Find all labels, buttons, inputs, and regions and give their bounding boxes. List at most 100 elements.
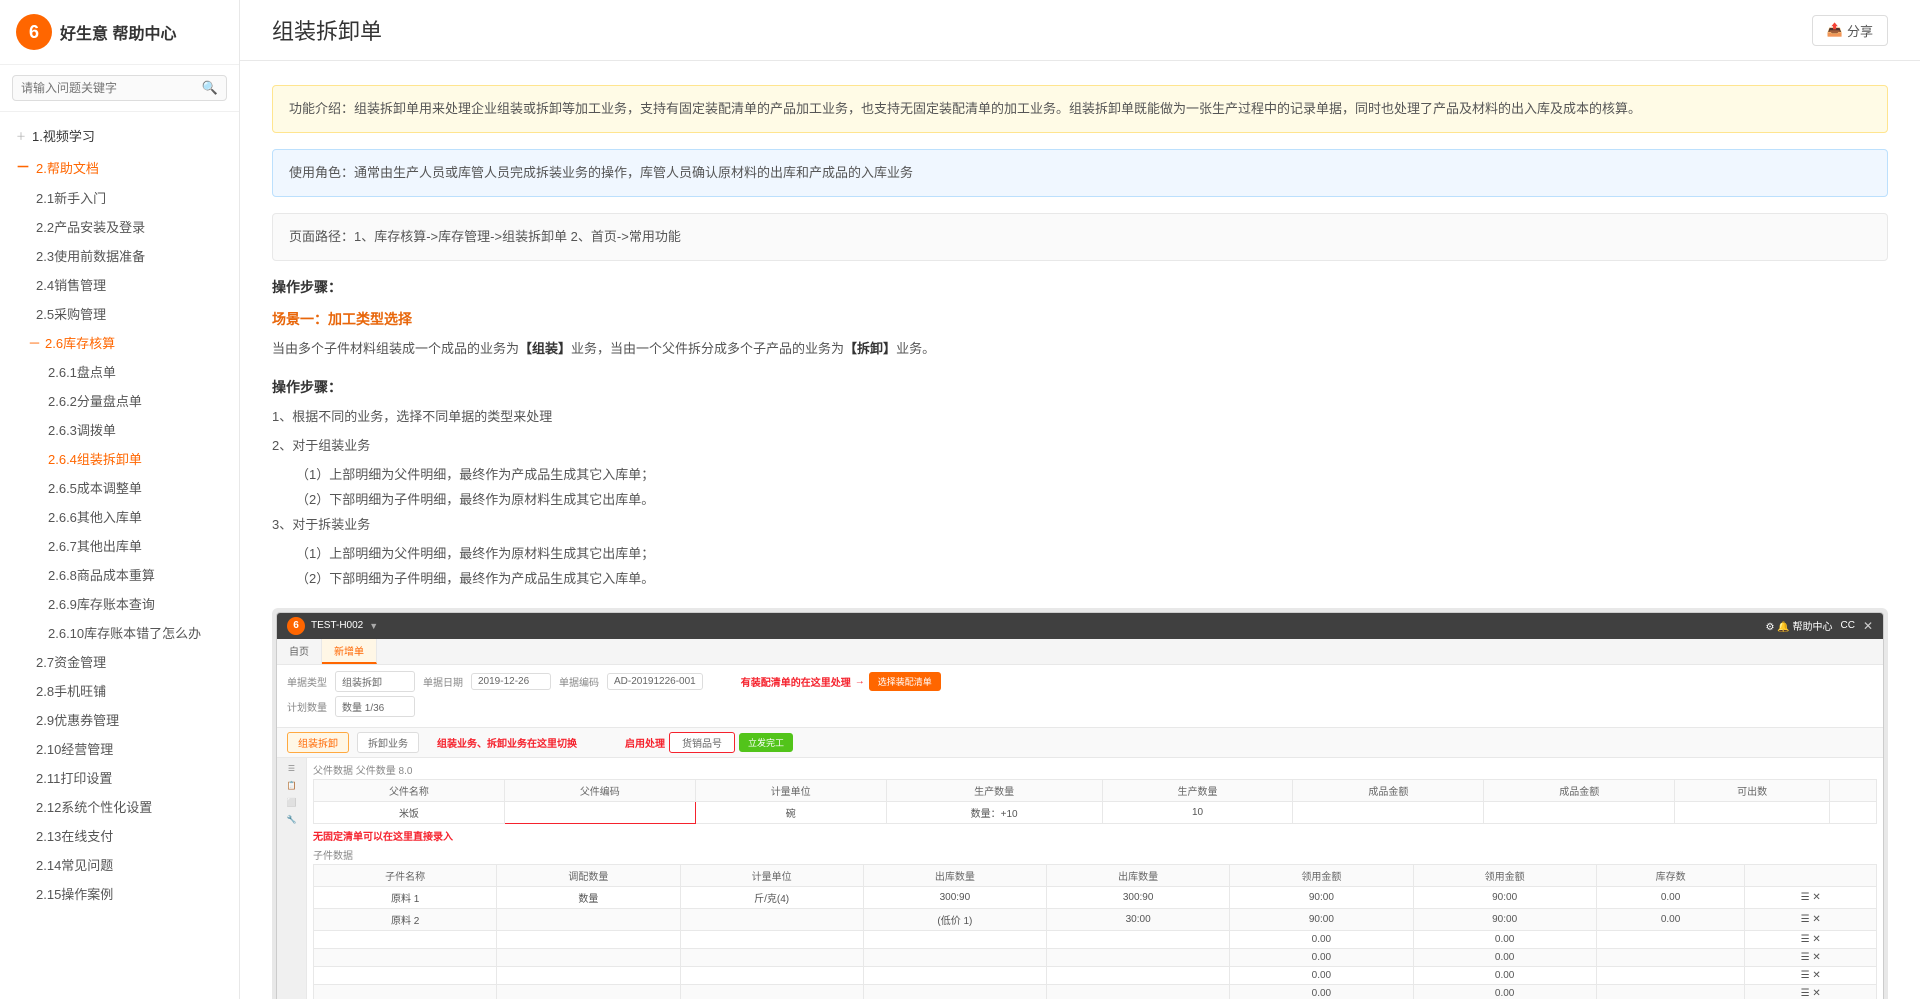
date-label: 单据日期 [423, 674, 463, 689]
btd-op4: ☰ ✕ [1745, 948, 1877, 966]
sidebar-item-install[interactable]: 2.2产品安装及登录 [0, 212, 239, 241]
sidebar-item-finance[interactable]: 2.7资金管理 [0, 647, 239, 676]
sidebar-item-personalize[interactable]: 2.12系统个性化设置 [0, 792, 239, 821]
annotation-process-label: 启用处理 [625, 735, 665, 750]
th-available: 可出数 [1675, 779, 1830, 801]
table-row-bottom-3: 0.00 0.00 ☰ ✕ [314, 930, 1877, 948]
btd-op6: ☰ ✕ [1745, 984, 1877, 999]
bth-out-qty: 出库数量 [863, 864, 1046, 886]
nav-icon-1[interactable]: ☰ [288, 764, 295, 773]
btd-out1b: 300:90 [1047, 886, 1230, 908]
table-row-bottom-1: 原料 1 数量 斤/克(4) 300:90 300:90 90:00 90:00… [314, 886, 1877, 908]
sidebar-item-cost-adjust[interactable]: 2.6.5成本调整单 [0, 473, 239, 502]
sidebar-item-other-in[interactable]: 2.6.6其他入库单 [0, 502, 239, 531]
sidebar-item-sub-stocktake[interactable]: 2.6.2分量盘点单 [0, 386, 239, 415]
sidebar-item-mobile[interactable]: 2.8手机旺铺 [0, 676, 239, 705]
sidebar-item-sales[interactable]: 2.4销售管理 [0, 270, 239, 299]
btd-name1: 原料 1 [314, 886, 497, 908]
btd-name2: 原料 2 [314, 908, 497, 930]
sidebar-item-print[interactable]: 2.11打印设置 [0, 763, 239, 792]
th-produce-qty: 生产数量 [886, 779, 1102, 801]
btd-unit1: 斤/克(4) [680, 886, 863, 908]
td-op [1830, 801, 1877, 823]
btd-amt2b: 90:00 [1413, 908, 1596, 930]
bth-unit: 计量单位 [680, 864, 863, 886]
confirm-btn[interactable]: 立发完工 [739, 733, 793, 752]
search-icon[interactable]: 🔍 [202, 80, 218, 96]
sidebar-item-assembly[interactable]: 2.6.4组装拆卸单 [0, 444, 239, 473]
btd-plan1: 数量 [497, 886, 680, 908]
btd-amt2: 90:00 [1230, 908, 1413, 930]
mock-body: ☰ 📋 ⬜ 🔧 父件数据 父件数量 8.0 父件名称 [277, 758, 1883, 999]
mock-user: CC [1840, 620, 1854, 631]
sidebar-item-data-prep[interactable]: 2.3使用前数据准备 [0, 241, 239, 270]
step2: 2、对于组装业务 [272, 434, 1888, 457]
sidebar-item-other-out[interactable]: 2.6.7其他出库单 [0, 531, 239, 560]
mock-type-tab-assembly[interactable]: 组装拆卸 [287, 732, 349, 753]
type-field[interactable]: 组装拆卸 [335, 671, 415, 692]
date-field[interactable]: 2019-12-26 [471, 673, 551, 690]
qty-field[interactable]: 数量 1/36 [335, 696, 415, 717]
sidebar-item-cost-recalc[interactable]: 2.6.8商品成本重算 [0, 560, 239, 589]
search-area: 🔍 [0, 65, 239, 112]
annotation-bom-label: 有装配清单的在这里处理 [741, 674, 851, 689]
type-label: 单据类型 [287, 674, 327, 689]
table-row-bottom-6: 0.00 0.00 ☰ ✕ [314, 984, 1877, 999]
mock-tab-home[interactable]: 自页 [277, 639, 322, 664]
logo-icon: 6 [16, 14, 52, 50]
expand-icon: ＋ [16, 128, 26, 143]
sidebar-item-inventory[interactable]: －2.6库存核算 [0, 328, 239, 357]
annotation-btn-bom[interactable]: 选择装配清单 [869, 672, 941, 691]
function-intro-block: 功能介绍：组装拆卸单用来处理企业组装或拆卸等加工业务，支持有固定装配清单的产品加… [272, 85, 1888, 133]
btd-op1: ☰ ✕ [1745, 886, 1877, 908]
mock-process-field[interactable]: 货销品号 [669, 732, 735, 753]
th-product-amount: 成品金额 [1293, 779, 1484, 801]
sidebar-item-stocktake[interactable]: 2.6.1盘点单 [0, 357, 239, 386]
btd-stock1: 0.00 [1596, 886, 1745, 908]
sidebar-item-video[interactable]: ＋ 1.视频学习 [0, 120, 239, 151]
bottom-table: 子件名称 调配数量 计量单位 出库数量 出库数量 领用金额 领用金额 库存数 [313, 864, 1877, 999]
logo-area: 6 好生意 帮助中心 [0, 0, 239, 65]
td-avail [1675, 801, 1830, 823]
th-parent-name: 父件名称 [314, 779, 505, 801]
mock-tab-new[interactable]: 新增单 [322, 639, 377, 664]
btd-amt3: 0.00 [1230, 930, 1413, 948]
mock-tab-bar: 自页 新增单 [277, 639, 1883, 665]
search-input[interactable] [21, 81, 202, 95]
btd-amt6: 0.00 [1230, 984, 1413, 999]
sidebar-item-help-docs[interactable]: － 2.帮助文档 [0, 151, 239, 183]
sidebar-item-operations[interactable]: 2.10经营管理 [0, 734, 239, 763]
td-unit: 碗 [695, 801, 886, 823]
code-field[interactable]: AD-20191226-001 [607, 673, 703, 690]
inner-screenshot: 6 TEST-H002 ▼ ⚙ 🔔 帮助中心 CC ✕ 自页 新增单 [276, 612, 1884, 999]
sidebar-item-stock-ledger[interactable]: 2.6.9库存账本查询 [0, 589, 239, 618]
btd-amt4: 0.00 [1230, 948, 1413, 966]
sidebar-item-purchase[interactable]: 2.5采购管理 [0, 299, 239, 328]
step1: 1、根据不同的业务，选择不同单据的类型来处理 [272, 405, 1888, 428]
step3-sub2: （2）下部明细为子件明细，最终作为产成品生成其它入库单。 [272, 567, 1888, 592]
mock-type-tab-disassembly[interactable]: 拆卸业务 [357, 732, 419, 753]
nav-icon-2[interactable]: 📋 [287, 781, 297, 790]
bth-use-amount: 领用金额 [1230, 864, 1413, 886]
sidebar-item-transfer[interactable]: 2.6.3调拨单 [0, 415, 239, 444]
sidebar-item-coupons[interactable]: 2.9优惠券管理 [0, 705, 239, 734]
sidebar-item-cases[interactable]: 2.15操作案例 [0, 879, 239, 908]
td-qty2: 10 [1102, 801, 1293, 823]
share-button[interactable]: 📤 分享 [1812, 15, 1888, 46]
btd-amt6b: 0.00 [1413, 984, 1596, 999]
sidebar-item-payment[interactable]: 2.13在线支付 [0, 821, 239, 850]
mock-header-section: 单据类型 组装拆卸 单据日期 2019-12-26 单据编码 AD-201912… [277, 665, 1883, 728]
annotation-switch-label: 组装业务、拆卸业务在这里切换 [437, 739, 577, 750]
th-ops [1830, 779, 1877, 801]
sidebar-item-ledger-fix[interactable]: 2.6.10库存账本错了怎么办 [0, 618, 239, 647]
close-icon[interactable]: ✕ [1863, 619, 1873, 633]
sidebar-item-faq[interactable]: 2.14常见问题 [0, 850, 239, 879]
bth-ops [1745, 864, 1877, 886]
bth-name: 子件名称 [314, 864, 497, 886]
topbar: 组装拆卸单 📤 分享 [240, 0, 1920, 61]
nav-icon-4[interactable]: 🔧 [287, 815, 297, 824]
sidebar-item-new-user[interactable]: 2.1新手入门 [0, 183, 239, 212]
nav-icon-3[interactable]: ⬜ [287, 798, 297, 807]
th-produce-qty2: 生产数量 [1102, 779, 1293, 801]
btd-op5: ☰ ✕ [1745, 966, 1877, 984]
